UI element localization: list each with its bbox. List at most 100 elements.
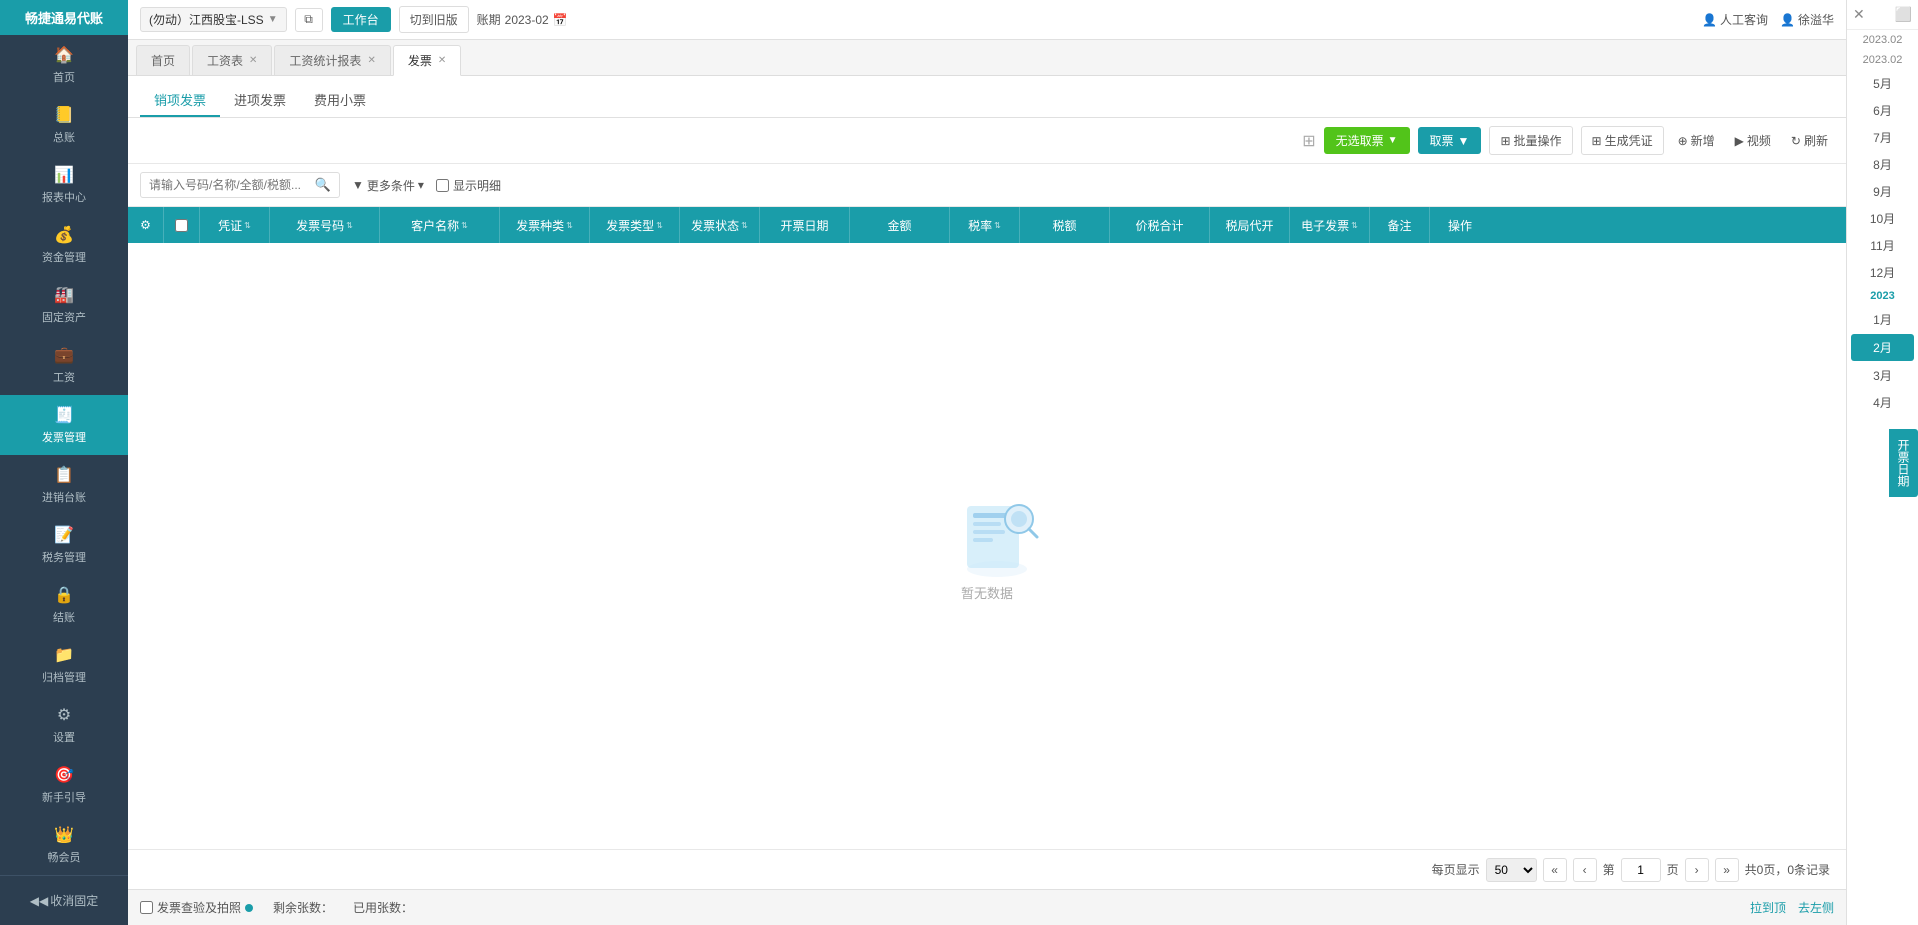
th-checkbox[interactable]	[164, 207, 200, 243]
last-page-button[interactable]: »	[1715, 858, 1739, 882]
month-5[interactable]: 5月	[1847, 70, 1918, 97]
th-voucher[interactable]: 凭证 ⇅	[200, 207, 270, 243]
workspace-button[interactable]: 工作台	[331, 7, 391, 32]
subtab-expense[interactable]: 费用小票	[300, 84, 380, 117]
sidebar-item-home[interactable]: 🏠 首页	[0, 35, 128, 95]
tab-salary-stats[interactable]: 工资统计报表 ✕	[274, 45, 390, 75]
month-2023-2[interactable]: 2月	[1851, 334, 1914, 361]
sidebar-label-settings: 设置	[53, 729, 75, 745]
sidebar-item-sales-ledger[interactable]: 📋 进销台账	[0, 455, 128, 515]
sidebar-label-salary: 工资	[53, 369, 75, 385]
prev-page-button[interactable]: ‹	[1573, 858, 1597, 882]
take-ticket-button[interactable]: 取票 ▼	[1418, 127, 1482, 154]
invoice-check-label[interactable]: 发票查验及拍照	[140, 899, 253, 916]
month-2023-4[interactable]: 4月	[1847, 389, 1918, 416]
video-button[interactable]: ▶ 视频	[1729, 127, 1777, 154]
next-page-button[interactable]: ›	[1685, 858, 1709, 882]
date-panel-expand-icon[interactable]: ⬜	[1895, 6, 1912, 23]
number-sort-icon: ⇅	[346, 221, 353, 230]
search-input[interactable]	[149, 178, 311, 192]
check-dot	[245, 904, 253, 912]
invoice-close-icon[interactable]: ✕	[438, 55, 446, 66]
th-amount[interactable]: 金额	[850, 207, 950, 243]
date-panel-close-icon[interactable]: ✕	[1853, 6, 1865, 23]
th-number[interactable]: 发票号码 ⇅	[270, 207, 380, 243]
show-detail-checkbox-label[interactable]: 显示明细	[436, 177, 501, 194]
refresh-button[interactable]: ↻ 刷新	[1785, 127, 1834, 154]
sidebar-item-salary[interactable]: 💼 工资	[0, 335, 128, 395]
sidebar-item-guide[interactable]: 🎯 新手引导	[0, 755, 128, 815]
new-icon: ⊕	[1678, 134, 1688, 148]
page-size-select[interactable]: 50 100 200	[1486, 858, 1537, 882]
subtab-sales[interactable]: 销项发票	[140, 84, 220, 117]
ai-service-button[interactable]: 👤 人工客询	[1702, 11, 1768, 28]
topbar-right: 👤 人工客询 👤 徐溢华	[1702, 11, 1834, 28]
month-7[interactable]: 7月	[1847, 124, 1918, 151]
month-2023-1[interactable]: 1月	[1847, 306, 1918, 333]
th-electronic[interactable]: 电子发票 ⇅	[1290, 207, 1370, 243]
electronic-col-label: 电子发票	[1301, 217, 1349, 234]
sidebar-item-close[interactable]: 🔒 结账	[0, 575, 128, 635]
scroll-top-link[interactable]: 拉到顶	[1750, 899, 1786, 916]
funds-icon: 💰	[54, 225, 74, 245]
month-2023-3[interactable]: 3月	[1847, 362, 1918, 389]
select-all-checkbox[interactable]	[175, 219, 188, 232]
th-date[interactable]: 开票日期	[760, 207, 850, 243]
first-page-button[interactable]: «	[1543, 858, 1567, 882]
th-total[interactable]: 价税合计	[1110, 207, 1210, 243]
th-remark[interactable]: 备注	[1370, 207, 1430, 243]
tab-salary-table[interactable]: 工资表 ✕	[192, 45, 272, 75]
open-date-panel-button[interactable]: 开票日期	[1889, 429, 1918, 497]
page-number-input[interactable]	[1621, 858, 1661, 882]
filter-dropdown-icon: ▾	[418, 178, 424, 192]
sidebar-item-settings[interactable]: ⚙ 设置	[0, 695, 128, 755]
generate-voucher-button[interactable]: ⊞ 生成凭证	[1581, 126, 1664, 155]
sidebar-item-archive[interactable]: 📁 归档管理	[0, 635, 128, 695]
month-8[interactable]: 8月	[1847, 151, 1918, 178]
month-12[interactable]: 12月	[1847, 259, 1918, 286]
tab-home[interactable]: 首页	[136, 45, 190, 75]
salary-table-close-icon[interactable]: ✕	[249, 55, 257, 66]
sidebar-label-reports: 报表中心	[42, 189, 86, 205]
switch-version-button[interactable]: 切到旧版	[399, 6, 469, 33]
no-select-ticket-button[interactable]: 无选取票 ▼	[1324, 127, 1410, 154]
sidebar-item-member[interactable]: 👑 畅会员	[0, 815, 128, 875]
salary-stats-close-icon[interactable]: ✕	[367, 55, 375, 66]
more-conditions-button[interactable]: ▼ 更多条件 ▾	[352, 177, 424, 194]
sidebar-item-ledger[interactable]: 📒 总账	[0, 95, 128, 155]
sidebar-collapse[interactable]: ◀◀ 收消固定	[0, 886, 128, 915]
th-code[interactable]: 税局代开	[1210, 207, 1290, 243]
show-detail-checkbox[interactable]	[436, 179, 449, 192]
year-label-1: 2023.02	[1847, 30, 1918, 50]
electronic-sort-icon: ⇅	[1351, 221, 1358, 230]
sidebar-item-tax[interactable]: 📝 税务管理	[0, 515, 128, 575]
th-rate[interactable]: 税率 ⇅	[950, 207, 1020, 243]
subtab-purchase[interactable]: 进项发票	[220, 84, 300, 117]
th-status[interactable]: 发票状态 ⇅	[680, 207, 760, 243]
month-9[interactable]: 9月	[1847, 178, 1918, 205]
th-settings[interactable]: ⚙	[128, 207, 164, 243]
month-10[interactable]: 10月	[1847, 205, 1918, 232]
tab-invoice[interactable]: 发票 ✕	[393, 45, 461, 76]
copy-button[interactable]: ⧉	[295, 8, 323, 32]
sidebar: 畅捷通易代账 🏠 首页 📒 总账 📊 报表中心 💰 资金管理 🏭 固定资产 💼 …	[0, 0, 128, 925]
th-type[interactable]: 发票种类 ⇅	[500, 207, 590, 243]
sidebar-item-invoice[interactable]: 🧾 发票管理	[0, 395, 128, 455]
invoice-check-checkbox[interactable]	[140, 901, 153, 914]
month-11[interactable]: 11月	[1847, 232, 1918, 259]
th-category[interactable]: 发票类型 ⇅	[590, 207, 680, 243]
search-box[interactable]: 🔍	[140, 172, 340, 198]
sidebar-item-funds[interactable]: 💰 资金管理	[0, 215, 128, 275]
sidebar-label-ledger: 总账	[53, 129, 75, 145]
user-button[interactable]: 👤 徐溢华	[1780, 11, 1834, 28]
sidebar-item-assets[interactable]: 🏭 固定资产	[0, 275, 128, 335]
sidebar-item-reports[interactable]: 📊 报表中心	[0, 155, 128, 215]
batch-ops-button[interactable]: ⊞ 批量操作	[1489, 126, 1572, 155]
go-left-link[interactable]: 去左侧	[1798, 899, 1834, 916]
company-selector[interactable]: (勿动）江西股宝-LSS ▼	[140, 7, 287, 32]
th-customer[interactable]: 客户名称 ⇅	[380, 207, 500, 243]
th-tax[interactable]: 税额	[1020, 207, 1110, 243]
status-sort-icon: ⇅	[741, 221, 748, 230]
month-6[interactable]: 6月	[1847, 97, 1918, 124]
new-button[interactable]: ⊕ 新增	[1672, 127, 1721, 154]
